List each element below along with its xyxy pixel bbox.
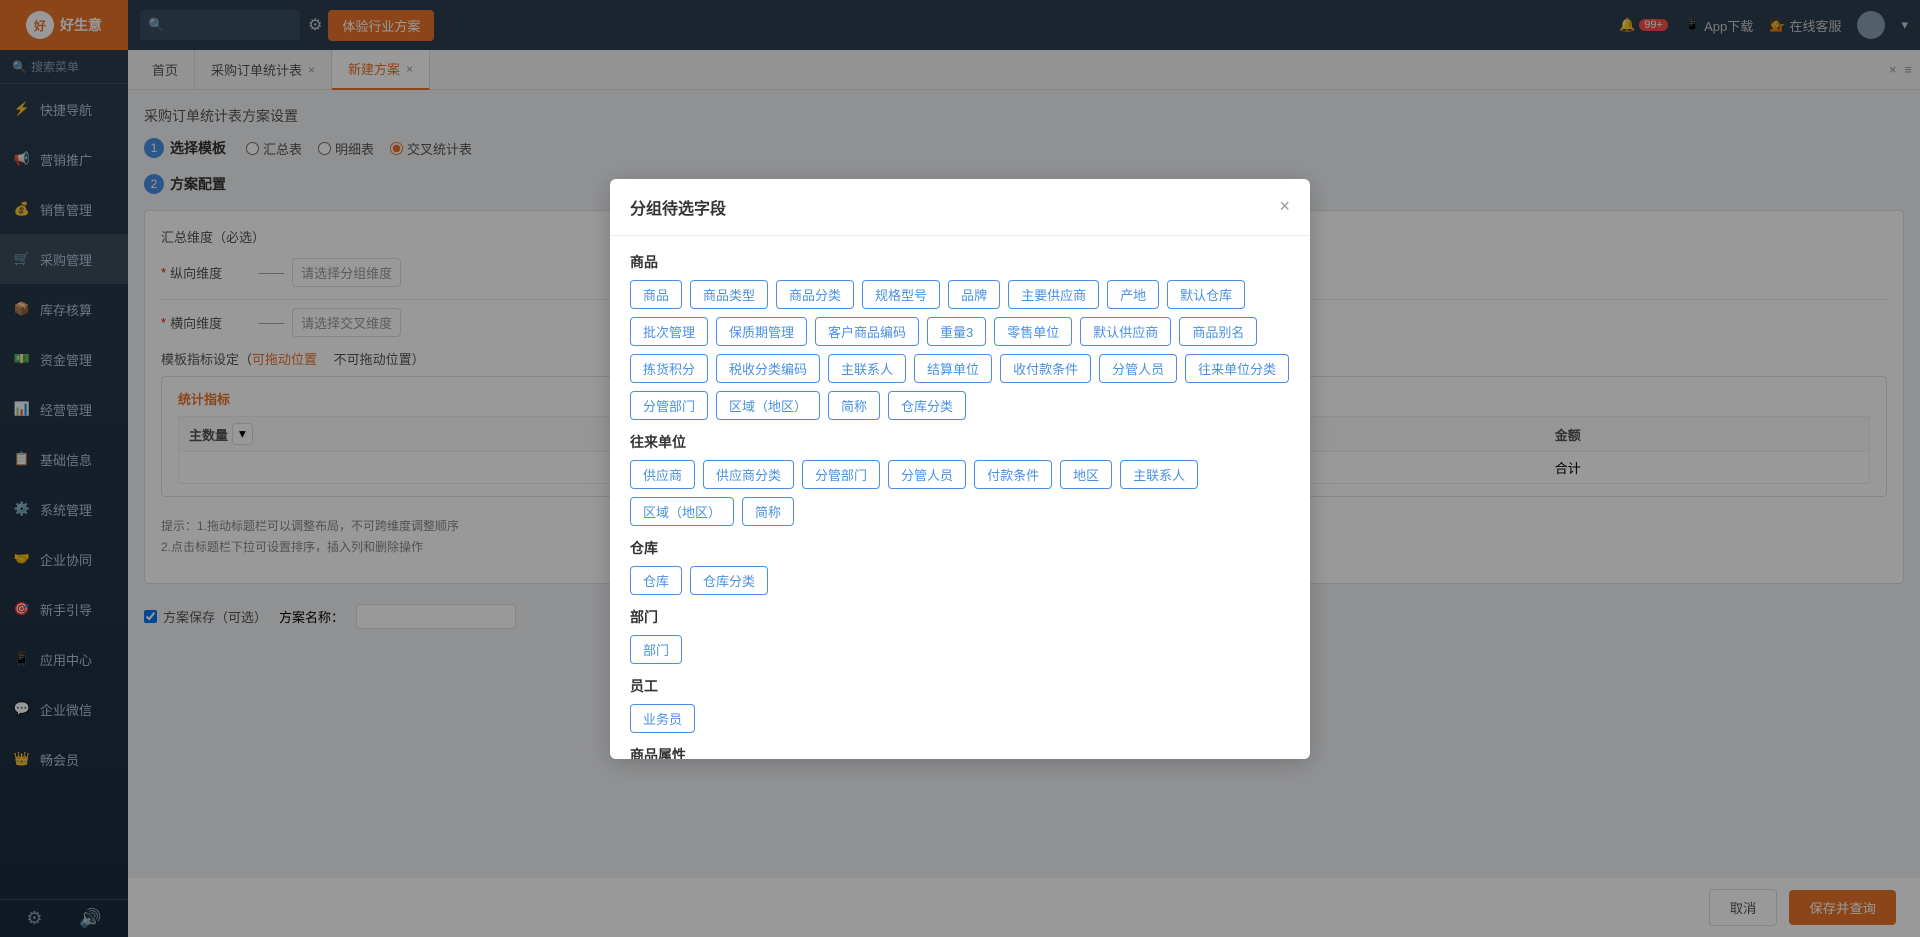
field-grid-employee: 业务员 [630,704,1290,733]
field-tag[interactable]: 商品类型 [690,280,768,309]
field-tag[interactable]: 分管人员 [1099,354,1177,383]
field-tag[interactable]: 区域（地区） [716,391,820,420]
field-tag[interactable]: 简称 [828,391,880,420]
section-title-employee: 员工 [630,676,1290,696]
field-tag[interactable]: 供应商 [630,460,695,489]
field-tag[interactable]: 默认仓库 [1167,280,1245,309]
field-tag[interactable]: 规格型号 [862,280,940,309]
section-title-department: 部门 [630,607,1290,627]
field-tag[interactable]: 供应商分类 [703,460,794,489]
modal-group-fields: 分组待选字段 × 商品商品商品类型商品分类规格型号品牌主要供应商产地默认仓库批次… [610,179,1310,759]
field-tag[interactable]: 商品 [630,280,682,309]
field-tag[interactable]: 分管部门 [802,460,880,489]
field-tag[interactable]: 结算单位 [914,354,992,383]
modal-header: 分组待选字段 × [610,179,1310,236]
modal-body: 商品商品商品类型商品分类规格型号品牌主要供应商产地默认仓库批次管理保质期管理客户… [610,236,1310,759]
field-tag[interactable]: 业务员 [630,704,695,733]
field-grid-warehouse: 仓库仓库分类 [630,566,1290,595]
field-tag[interactable]: 仓库分类 [888,391,966,420]
field-tag[interactable]: 分管部门 [630,391,708,420]
field-tag[interactable]: 保质期管理 [716,317,807,346]
field-tag[interactable]: 地区 [1060,460,1112,489]
modal-close-button[interactable]: × [1279,196,1290,217]
field-tag[interactable]: 区域（地区） [630,497,734,526]
field-tag[interactable]: 批次管理 [630,317,708,346]
field-tag[interactable]: 收付款条件 [1000,354,1091,383]
field-grid-partner: 供应商供应商分类分管部门分管人员付款条件地区主联系人区域（地区） 简称 [630,460,1290,526]
section-title-product-attr: 商品属性 [630,745,1290,759]
field-tag[interactable]: 往来单位分类 [1185,354,1289,383]
field-tag[interactable]: 税收分类编码 [716,354,820,383]
field-tag[interactable]: 主要供应商 [1008,280,1099,309]
field-tag[interactable]: 主联系人 [1120,460,1198,489]
section-title-partner: 往来单位 [630,432,1290,452]
field-tag[interactable]: 仓库分类 [690,566,768,595]
field-tag[interactable]: 默认供应商 [1080,317,1171,346]
field-tag[interactable]: 付款条件 [974,460,1052,489]
field-tag[interactable]: 零售单位 [994,317,1072,346]
field-tag[interactable]: 客户商品编码 [815,317,919,346]
field-tag[interactable]: 商品分类 [776,280,854,309]
field-tag[interactable]: 仓库 [630,566,682,595]
field-grid-product: 商品商品类型商品分类规格型号品牌主要供应商产地默认仓库批次管理保质期管理客户商品… [630,280,1290,420]
modal-title: 分组待选字段 [630,195,726,219]
field-tag[interactable]: 部门 [630,635,682,664]
field-tag[interactable]: 品牌 [948,280,1000,309]
field-tag[interactable]: 分管人员 [888,460,966,489]
field-tag[interactable]: 简称 [742,497,794,526]
field-tag[interactable]: 主联系人 [828,354,906,383]
field-tag[interactable]: 产地 [1107,280,1159,309]
field-tag[interactable]: 拣货积分 [630,354,708,383]
section-title-warehouse: 仓库 [630,538,1290,558]
field-grid-department: 部门 [630,635,1290,664]
section-title-product: 商品 [630,252,1290,272]
field-tag[interactable]: 重量3 [927,317,986,346]
field-tag[interactable]: 商品别名 [1179,317,1257,346]
